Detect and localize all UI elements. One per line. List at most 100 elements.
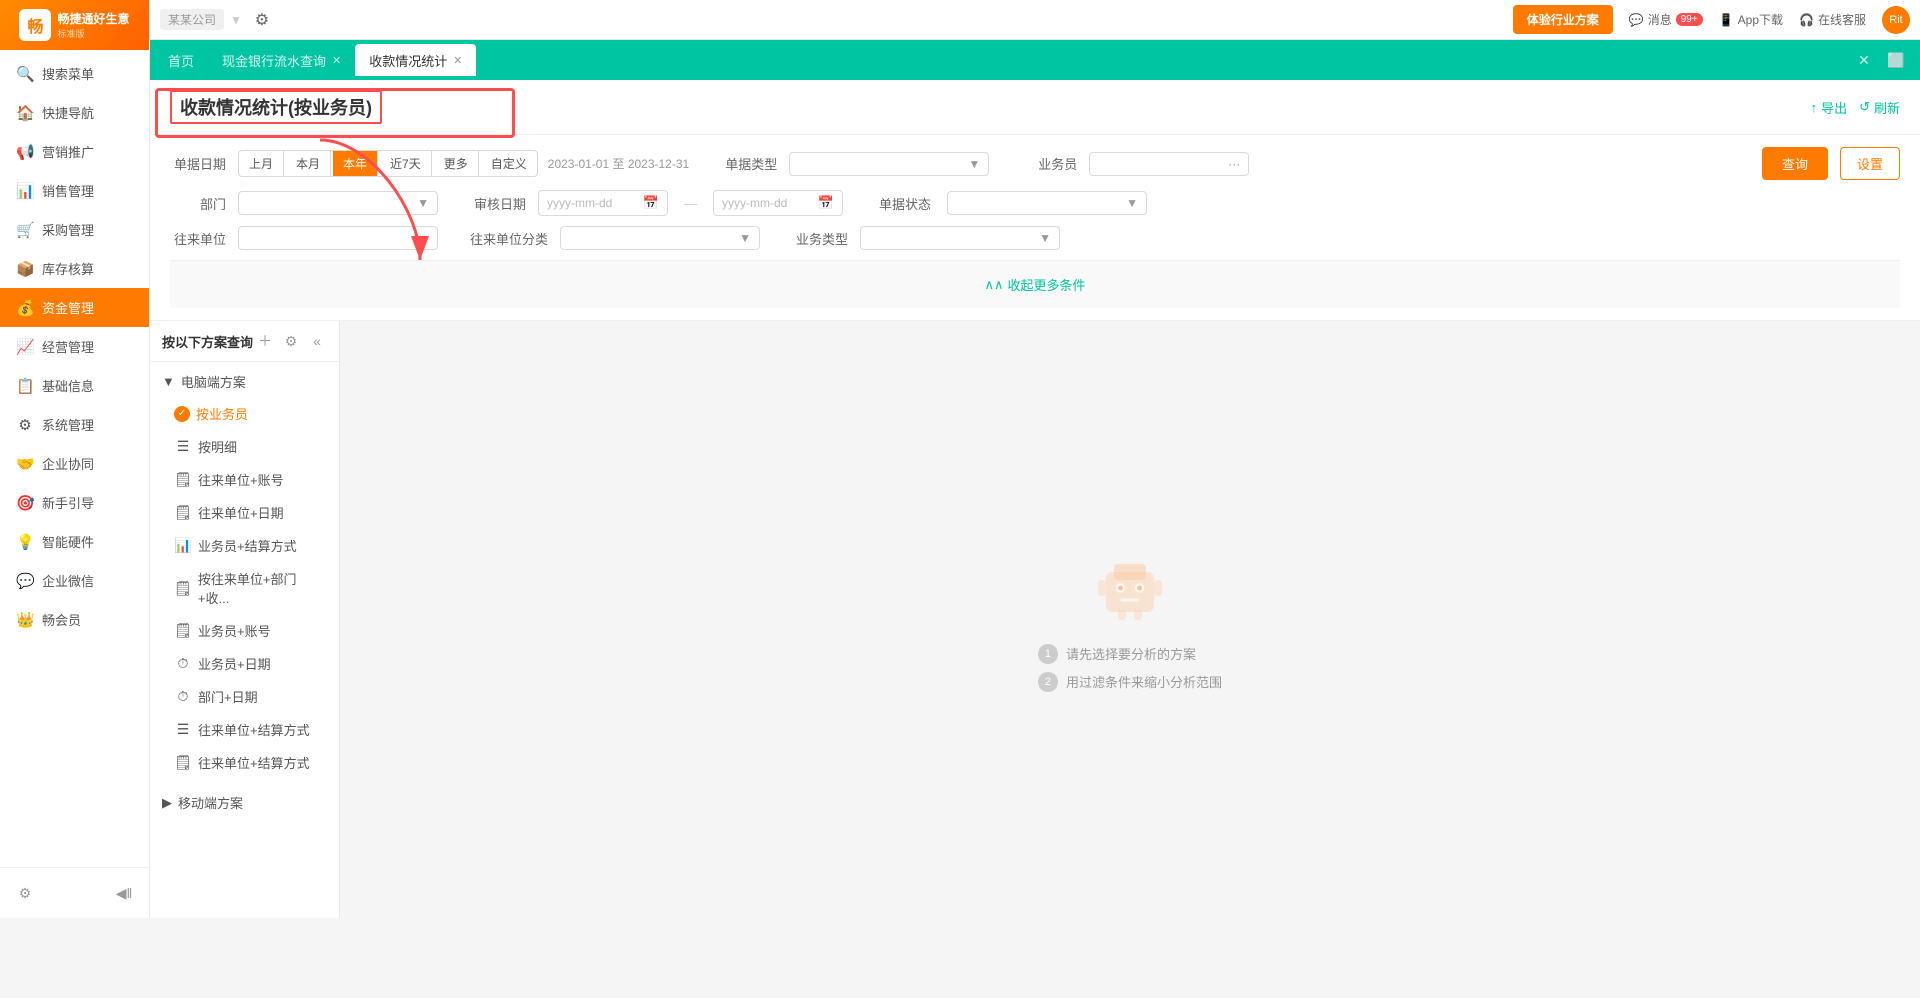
sidebar-item-system[interactable]: ⚙系统管理: [0, 405, 149, 444]
date-tab-上月[interactable]: 上月: [239, 151, 284, 176]
scheme-group-header-电脑端方案[interactable]: ▼电脑端方案: [150, 366, 339, 397]
message-btn[interactable]: 💬 消息 99+: [1629, 11, 1703, 28]
scheme-item-by-detail[interactable]: ☰ 按明细: [150, 430, 339, 463]
scheme-item-partner-settle2[interactable]: 🗒往来单位+结算方式: [150, 746, 339, 779]
nav-label-wechat: 企业微信: [42, 571, 94, 590]
by-detail-icon: ☰: [174, 438, 192, 455]
window-close-btn[interactable]: ✕: [1852, 48, 1876, 72]
scheme-group-header-移动端方案[interactable]: ▶移动端方案: [150, 787, 339, 818]
app-download-btn[interactable]: 📱 App下载: [1719, 11, 1783, 28]
date-filter-control: 上月本月本年近7天更多自定义 2023-01-01 至 2023-12-31: [238, 150, 689, 177]
refresh-btn[interactable]: ↺ 刷新: [1859, 98, 1900, 117]
breadcrumb: 某某公司: [160, 9, 224, 30]
scheme-item-partner-account[interactable]: 🗒往来单位+账号: [150, 463, 339, 496]
scheme-item-by-salesman[interactable]: ✓按业务员: [150, 397, 339, 430]
sidebar-item-newbie[interactable]: 🎯新手引导: [0, 483, 149, 522]
user-avatar[interactable]: Rit: [1882, 6, 1910, 34]
tab-close-collection-stat[interactable]: ✕: [453, 54, 462, 67]
wechat-icon: 💬: [16, 572, 34, 590]
doc-status-label: 单据状态: [875, 194, 931, 213]
query-button[interactable]: 查询: [1762, 147, 1828, 180]
scheme-item-label-salesman-settle: 业务员+结算方式: [198, 536, 297, 555]
doc-type-label: 单据类型: [721, 154, 777, 173]
system-icon: ⚙: [16, 416, 34, 434]
collapse-btn[interactable]: ∧∧ 收起更多条件: [984, 269, 1085, 300]
export-btn[interactable]: ↑ 导出: [1811, 98, 1848, 117]
scheme-item-partner-date[interactable]: 🗒往来单位+日期: [150, 496, 339, 529]
scheme-item-salesman-date[interactable]: ⏱业务员+日期: [150, 647, 339, 680]
scheme-item-dept-date[interactable]: ⏱部门+日期: [150, 680, 339, 713]
date-tab-本月[interactable]: 本月: [286, 151, 331, 176]
date-tab-近7天[interactable]: 近7天: [380, 151, 432, 176]
marketing-icon: 📢: [16, 143, 34, 161]
doc-type-select[interactable]: ▼: [789, 152, 989, 176]
date-separator: —: [684, 196, 697, 211]
scheme-item-partner-settle1[interactable]: ☰往来单位+结算方式: [150, 713, 339, 746]
tab-home[interactable]: 首页: [154, 44, 208, 76]
nav-label-newbie: 新手引导: [42, 493, 94, 512]
scheme-item-salesman-account[interactable]: 🗒业务员+账号: [150, 614, 339, 647]
sidebar-item-search[interactable]: 🔍搜索菜单: [0, 54, 149, 93]
sidebar-item-smart-hw[interactable]: 💡智能硬件: [0, 522, 149, 561]
review-date-start[interactable]: yyyy-mm-dd 📅: [538, 190, 668, 216]
tab-bank-flow[interactable]: 现金银行流水查询✕: [208, 44, 355, 76]
partner-account-icon: 🗒: [174, 471, 192, 488]
salesman-label: 业务员: [1021, 154, 1077, 173]
salesman-select[interactable]: ···: [1089, 152, 1249, 176]
sidebar-item-marketing[interactable]: 📢营销推广: [0, 132, 149, 171]
doc-type-arrow-icon: ▼: [968, 157, 980, 171]
sidebar-item-enterprise[interactable]: 🤝企业协同: [0, 444, 149, 483]
filter-settings-button[interactable]: 设置: [1840, 147, 1900, 180]
sidebar-settings-btn[interactable]: ⚙: [10, 878, 40, 908]
scheme-item-salesman-settle[interactable]: 📊 业务员+结算方式: [150, 529, 339, 562]
sidebar-item-inventory[interactable]: 📦库存核算: [0, 249, 149, 288]
sidebar-item-quick-nav[interactable]: 🏠快捷导航: [0, 93, 149, 132]
sidebar-item-sales[interactable]: 📊 销售管理: [0, 171, 149, 210]
sidebar-logo: 畅 畅捷通好生意 标准版: [0, 0, 149, 50]
sidebar-item-wechat[interactable]: 💬 企业微信: [0, 561, 149, 600]
sidebar-item-basic-info[interactable]: 📋基础信息: [0, 366, 149, 405]
tab-close-bank-flow[interactable]: ✕: [332, 54, 341, 67]
settings-icon[interactable]: ⚙: [248, 6, 276, 34]
dept-select[interactable]: ▼: [238, 191, 438, 215]
service-btn[interactable]: 🎧 在线客服: [1799, 11, 1866, 28]
tip-text-2: 用过滤条件来缩小分析范围: [1066, 672, 1222, 691]
partner-cat-select[interactable]: ▼: [560, 226, 760, 250]
window-maximize-btn[interactable]: ⬜: [1884, 48, 1908, 72]
scheme-item-label-by-salesman: 按业务员: [196, 404, 248, 423]
date-tab-更多[interactable]: 更多: [434, 151, 479, 176]
review-date-end[interactable]: yyyy-mm-dd 📅: [713, 190, 843, 216]
logo-name: 畅捷通好生意: [57, 10, 129, 27]
scheme-title: 按以下方案查询: [162, 332, 253, 351]
scheme-add-btn[interactable]: ＋: [255, 331, 275, 351]
salesman-account-icon: 🗒: [174, 622, 192, 639]
partner-select[interactable]: ···: [238, 226, 438, 250]
nav-label-purchase: 采购管理: [42, 220, 94, 239]
sidebar-item-member[interactable]: 👑畅会员: [0, 600, 149, 639]
date-tab-本年[interactable]: 本年: [333, 151, 378, 176]
scheme-settings-btn[interactable]: ⚙: [281, 331, 301, 351]
scheme-collapse-btn[interactable]: «: [307, 331, 327, 351]
filter-row-1: 单据日期 上月本月本年近7天更多自定义 2023-01-01 至 2023-12…: [170, 147, 1900, 180]
sidebar-item-operation[interactable]: 📈经营管理: [0, 327, 149, 366]
date-tabs: 上月本月本年近7天更多自定义: [238, 150, 538, 177]
partner-dots-icon[interactable]: ···: [417, 231, 429, 245]
nav-label-inventory: 库存核算: [42, 259, 94, 278]
biz-type-select[interactable]: ▼: [860, 226, 1060, 250]
sales-icon: 📊: [16, 182, 34, 200]
doc-status-select[interactable]: ▼: [947, 191, 1147, 215]
date-tab-自定义[interactable]: 自定义: [481, 151, 537, 176]
header-right: 体验行业方案 💬 消息 99+ 📱 App下载 🎧 在线客服 Rit: [1513, 5, 1910, 34]
scheme-item-label-by-detail: 按明细: [198, 437, 237, 456]
tab-collection-stat[interactable]: 收款情况统计✕: [355, 44, 476, 76]
sidebar-item-purchase[interactable]: 🛒采购管理: [0, 210, 149, 249]
salesman-dots-icon[interactable]: ···: [1228, 157, 1240, 171]
review-date-start-icon: 📅: [643, 195, 659, 211]
nav-label-sales: 销售管理: [42, 181, 94, 200]
trial-btn[interactable]: 体验行业方案: [1513, 5, 1613, 34]
operation-icon: 📈: [16, 338, 34, 356]
scheme-item-partner-dept-collect[interactable]: 🗒按往来单位+部门+收...: [150, 562, 339, 614]
sidebar-collapse-btn[interactable]: ◀‖: [109, 878, 139, 908]
sidebar-item-finance[interactable]: 💰资金管理: [0, 288, 149, 327]
salesman-settle-icon: 📊: [174, 537, 192, 554]
